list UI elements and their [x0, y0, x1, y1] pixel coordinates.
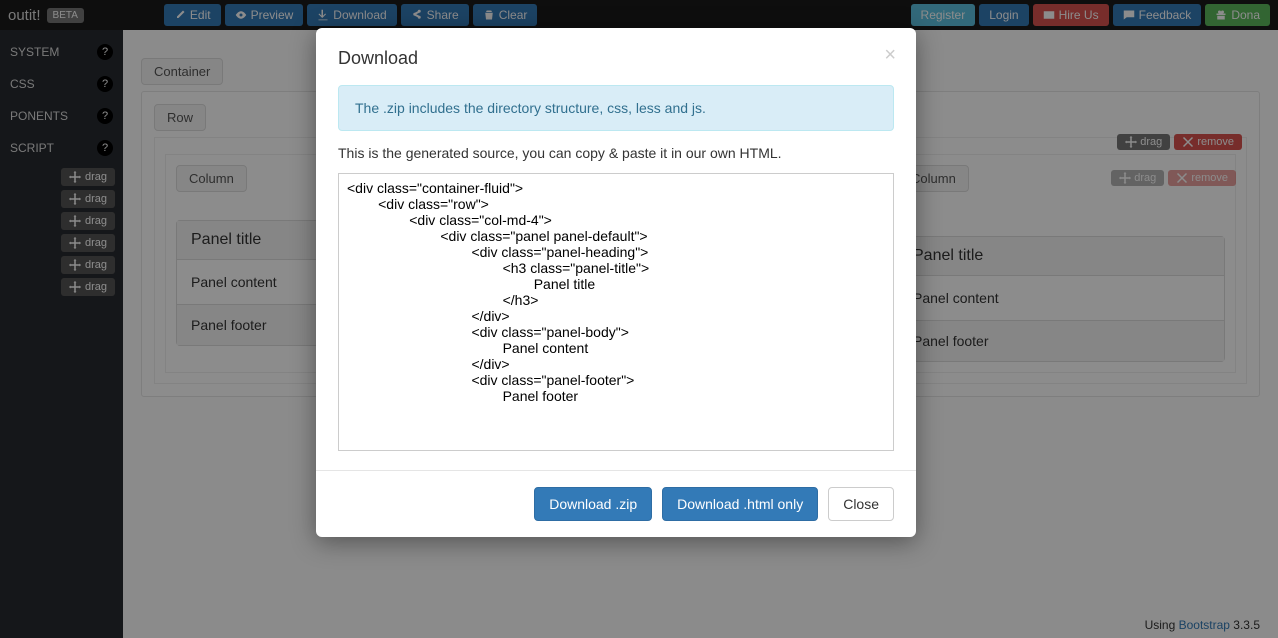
info-alert: The .zip includes the directory structur…	[338, 85, 894, 131]
code-textarea[interactable]	[338, 173, 894, 451]
modal-description: This is the generated source, you can co…	[338, 145, 894, 161]
close-label: Close	[843, 496, 879, 512]
download-zip-button[interactable]: Download .zip	[534, 487, 652, 521]
close-icon[interactable]: ×	[884, 44, 896, 67]
modal-title: Download	[338, 48, 894, 69]
download-html-label: Download .html only	[677, 496, 803, 512]
download-modal: Download × The .zip includes the directo…	[316, 28, 916, 537]
modal-header: Download ×	[316, 28, 916, 79]
modal-body: The .zip includes the directory structur…	[316, 79, 916, 470]
close-button[interactable]: Close	[828, 487, 894, 521]
download-zip-label: Download .zip	[549, 496, 637, 512]
download-html-button[interactable]: Download .html only	[662, 487, 818, 521]
modal-footer: Download .zip Download .html only Close	[316, 470, 916, 537]
